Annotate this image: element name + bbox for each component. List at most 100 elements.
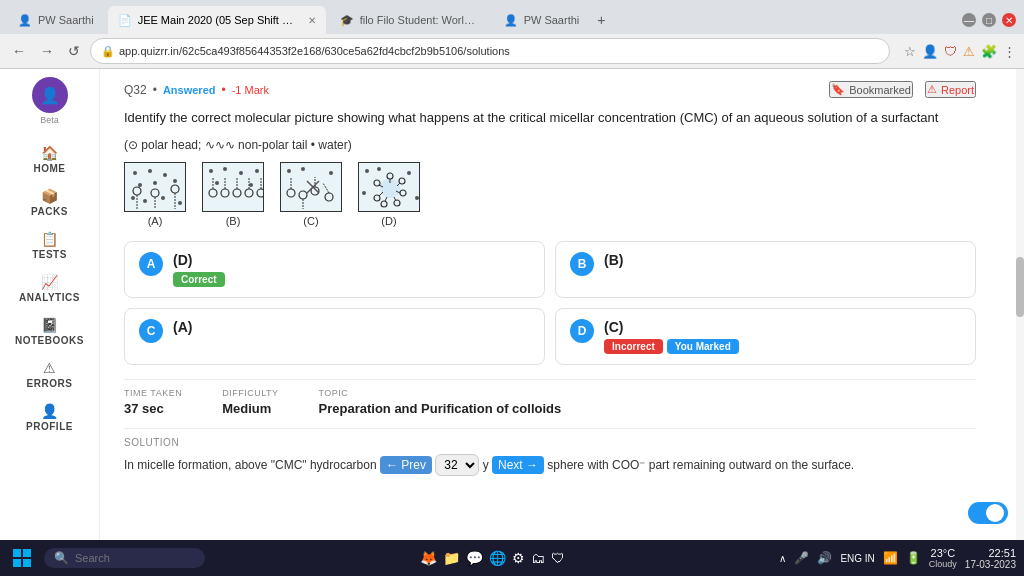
page-select[interactable]: 32 [435, 454, 479, 476]
solution-section: SOLUTION In micelle formation, above "CM… [124, 428, 976, 476]
speaker-icon[interactable]: 🔊 [817, 551, 832, 565]
tab-label: PW Saarthi [524, 14, 580, 26]
minimize-btn[interactable]: — [962, 13, 976, 27]
sidebar: 👤 Beta 🏠 HOME 📦 PACKS 📋 TESTS 📈 ANALYTIC… [0, 69, 100, 540]
stat-topic-label: TOPIC [319, 388, 562, 398]
stat-time: TIME TAKEN 37 sec [124, 388, 182, 416]
svg-point-5 [153, 181, 157, 185]
svg-point-4 [138, 183, 142, 187]
logo-icon: 👤 [32, 77, 68, 113]
diagram-b-label: (B) [226, 215, 241, 227]
notebooks-icon: 📓 [41, 317, 58, 333]
sidebar-item-home[interactable]: 🏠 HOME [0, 139, 99, 180]
toggle-button[interactable] [968, 502, 1008, 524]
question-text: Identify the correct molecular picture s… [124, 108, 976, 128]
report-text: Report [941, 84, 974, 96]
taskbar-app5[interactable]: ⚙ [512, 550, 525, 566]
back-btn[interactable]: ← [8, 41, 30, 61]
prev-overlay[interactable]: ← Prev [380, 456, 432, 474]
question-actions: 🔖 Bookmarked ⚠ Report [829, 81, 976, 98]
toggle-thumb [986, 504, 1004, 522]
reload-btn[interactable]: ↺ [64, 41, 84, 61]
option-c-card[interactable]: C (A) [124, 308, 545, 365]
tab-pw2[interactable]: 👤 PW Saarthi [494, 6, 590, 34]
q-num-text: Q32 [124, 83, 147, 97]
option-d-card[interactable]: D (C) Incorrect You Marked [555, 308, 976, 365]
sidebar-item-analytics[interactable]: 📈 ANALYTICS [0, 268, 99, 309]
taskbar-app2[interactable]: 📁 [443, 550, 460, 566]
svg-point-35 [287, 169, 291, 173]
search-input[interactable] [75, 552, 195, 564]
search-bar[interactable]: 🔍 [44, 548, 205, 568]
tab-close-btn[interactable]: ✕ [308, 15, 316, 26]
wifi-icon[interactable]: 📶 [883, 551, 898, 565]
mic-icon[interactable]: 🎤 [794, 551, 809, 565]
option-b-card[interactable]: B (B) [555, 241, 976, 298]
tab-label: JEE Main 2020 (05 Sep Shift 1) - C... [138, 14, 298, 26]
date-text: 17-03-2023 [965, 559, 1016, 570]
diagram-d: (D) [358, 162, 420, 227]
option-a-card[interactable]: A (D) Correct [124, 241, 545, 298]
sidebar-item-notebooks[interactable]: 📓 NOTEBOOKS [0, 311, 99, 352]
stat-difficulty-value: Medium [222, 401, 278, 416]
stat-difficulty-label: DIFFICULTY [222, 388, 278, 398]
time-text: 22:51 [988, 547, 1016, 559]
sidebar-item-tests[interactable]: 📋 TESTS [0, 225, 99, 266]
tab-favicon: 👤 [18, 14, 32, 27]
sidebar-item-packs[interactable]: 📦 PACKS [0, 182, 99, 223]
option-letter: D [578, 324, 587, 338]
profile-icon[interactable]: 👤 [922, 44, 938, 59]
svg-rect-69 [13, 549, 21, 557]
tab-jee[interactable]: 📄 JEE Main 2020 (05 Sep Shift 1) - C... … [108, 6, 326, 34]
option-c-text: (A) [173, 319, 192, 335]
svg-point-20 [239, 171, 243, 175]
tab-filo[interactable]: 🎓 filo Filo Student: World's Only Live I… [330, 6, 490, 34]
taskbar-center: 🦊 📁 💬 🌐 ⚙ 🗂 🛡 [420, 550, 565, 566]
taskbar-app4[interactable]: 🌐 [489, 550, 506, 566]
browser-icons: ☆ 👤 🛡 ⚠ 🧩 ⋮ [904, 44, 1016, 59]
diagram-c-svg [280, 162, 342, 212]
weather-temp: 23°C [931, 547, 956, 559]
address-bar[interactable] [119, 45, 879, 57]
tab-favicon: 👤 [504, 14, 518, 27]
svg-point-21 [255, 169, 259, 173]
extensions-icon[interactable]: 🧩 [981, 44, 997, 59]
solution-label: SOLUTION [124, 437, 976, 448]
menu-icon[interactable]: ⋮ [1003, 44, 1016, 59]
sidebar-item-label: NOTEBOOKS [15, 335, 84, 346]
taskbar-tray-icon[interactable]: ∧ [779, 553, 786, 564]
bookmark-icon[interactable]: ☆ [904, 44, 916, 59]
taskbar-right: ∧ 🎤 🔊 ENG IN 📶 🔋 23°C Cloudy 22:51 17-03… [779, 547, 1016, 570]
stat-topic: TOPIC Preparation and Purification of co… [319, 388, 562, 416]
taskbar-app3[interactable]: 💬 [466, 550, 483, 566]
option-c-circle: C [139, 319, 163, 343]
option-d-incorrect-badge: Incorrect [604, 339, 663, 354]
answered-badge: Answered [163, 84, 216, 96]
svg-point-22 [215, 181, 219, 185]
forward-btn[interactable]: → [36, 41, 58, 61]
svg-point-3 [163, 173, 167, 177]
sidebar-item-label: TESTS [32, 249, 67, 260]
bookmark-icon: 🔖 [831, 83, 845, 96]
tab-pw1[interactable]: 👤 PW Saarthi [8, 6, 104, 34]
restore-btn[interactable]: □ [982, 13, 996, 27]
battery-icon[interactable]: 🔋 [906, 551, 921, 565]
taskbar-app1[interactable]: 🦊 [420, 550, 437, 566]
browser-controls: ← → ↺ 🔒 ☆ 👤 🛡 ⚠ 🧩 ⋮ [0, 34, 1024, 68]
option-letter: C [147, 324, 156, 338]
taskbar-app7[interactable]: 🛡 [551, 550, 565, 566]
report-button[interactable]: ⚠ Report [925, 81, 976, 98]
lang-text: ENG IN [840, 553, 874, 564]
sidebar-item-profile[interactable]: 👤 PROFILE [0, 397, 99, 438]
svg-point-36 [301, 167, 305, 171]
next-overlay[interactable]: Next → [492, 456, 544, 474]
start-button[interactable] [8, 544, 36, 572]
close-btn[interactable]: ✕ [1002, 13, 1016, 27]
sidebar-item-errors[interactable]: ⚠ ERRORS [0, 354, 99, 395]
svg-point-2 [148, 169, 152, 173]
new-tab-button[interactable]: + [597, 12, 605, 28]
bookmark-button[interactable]: 🔖 Bookmarked [829, 81, 913, 98]
scrollbar[interactable] [1016, 69, 1024, 540]
option-letter: B [578, 257, 587, 271]
taskbar-app6[interactable]: 🗂 [531, 550, 545, 566]
